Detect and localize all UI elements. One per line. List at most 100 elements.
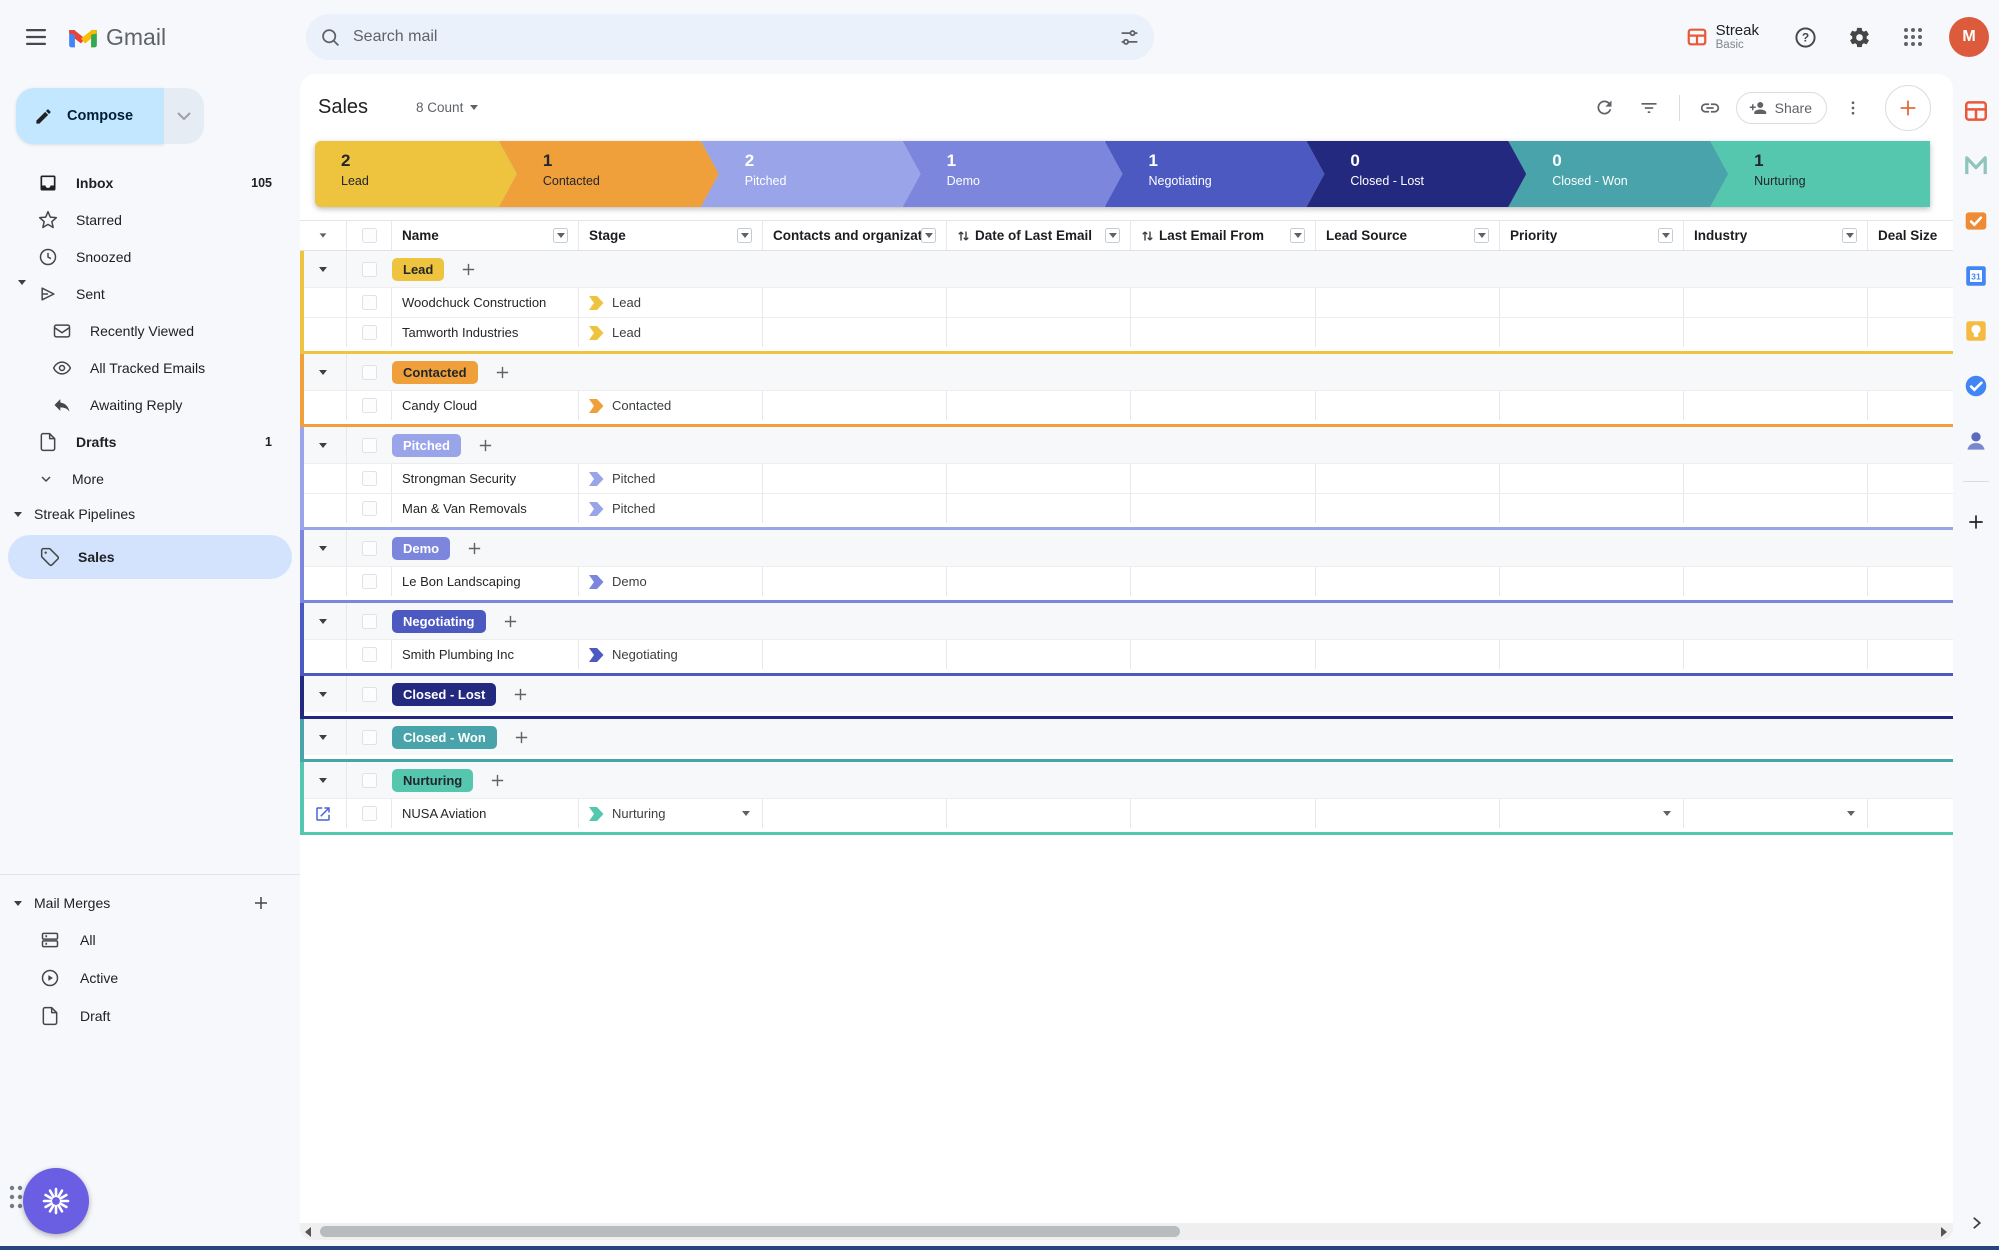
cell[interactable] (1316, 799, 1500, 828)
stage-group-header[interactable]: Nurturing (300, 762, 1953, 798)
expander-triangle-icon[interactable] (18, 285, 26, 303)
sidebar-item-starred[interactable]: Starred (0, 201, 300, 238)
pipeline-row[interactable]: Le Bon LandscapingDemo (300, 566, 1953, 596)
cell[interactable] (1868, 567, 1953, 596)
cell[interactable] (1131, 391, 1316, 420)
cell[interactable] (1684, 318, 1868, 347)
stage-group-header[interactable]: Closed - Won (300, 719, 1953, 755)
cell[interactable] (1131, 640, 1316, 669)
add-row-button[interactable] (477, 437, 494, 454)
search-bar[interactable] (306, 14, 1154, 60)
cell[interactable] (1316, 640, 1500, 669)
account-avatar[interactable]: M (1949, 17, 1989, 57)
get-addons-plus-icon[interactable] (1961, 507, 1991, 537)
row-checkbox[interactable] (362, 295, 377, 310)
cell[interactable] (1500, 464, 1684, 493)
collapse-group-button[interactable] (300, 719, 347, 755)
google-apps-icon[interactable] (1891, 15, 1935, 59)
pipeline-stage-nurturing[interactable]: 1Nurturing (1710, 141, 1930, 207)
cell[interactable] (1684, 288, 1868, 317)
cell[interactable] (1684, 464, 1868, 493)
more-options-kebab-icon[interactable] (1831, 86, 1875, 130)
cell[interactable] (1684, 567, 1868, 596)
add-box-button[interactable] (1885, 85, 1931, 131)
cell[interactable] (763, 640, 947, 669)
chevron-down-icon[interactable] (1663, 811, 1671, 816)
cell[interactable] (1868, 391, 1953, 420)
select-all-checkbox[interactable] (362, 228, 377, 243)
cell[interactable] (347, 494, 392, 523)
name-cell[interactable]: NUSA Aviation (392, 799, 579, 828)
pipeline-stage-lead[interactable]: 2Lead (315, 141, 517, 207)
column-header-priority[interactable]: Priority (1500, 221, 1684, 250)
add-row-button[interactable] (512, 686, 529, 703)
stage-badge[interactable]: Lead (392, 258, 444, 281)
pipeline-stage-contacted[interactable]: 1Contacted (499, 141, 719, 207)
cell[interactable] (1131, 494, 1316, 523)
cell[interactable] (1684, 799, 1868, 828)
cell[interactable] (947, 799, 1131, 828)
collapse-group-button[interactable] (300, 530, 347, 566)
sidebar-item-more[interactable]: More (0, 460, 300, 497)
row-checkbox[interactable] (362, 471, 377, 486)
pipeline-stage-closed-lost[interactable]: 0Closed - Lost (1306, 141, 1526, 207)
column-header-stage[interactable]: Stage (579, 221, 763, 250)
add-row-button[interactable] (460, 261, 477, 278)
name-cell[interactable]: Strongman Security (392, 464, 579, 493)
expander-triangle-icon[interactable] (14, 901, 22, 906)
collapse-group-button[interactable] (300, 676, 347, 712)
stage-group-header[interactable]: Lead (300, 251, 1953, 287)
refresh-icon[interactable] (1583, 86, 1627, 130)
cell[interactable] (347, 799, 392, 828)
link-icon[interactable] (1688, 86, 1732, 130)
name-cell[interactable]: Man & Van Removals (392, 494, 579, 523)
pipeline-row[interactable]: Man & Van RemovalsPitched (300, 493, 1953, 523)
open-in-new-icon[interactable] (314, 805, 332, 823)
column-header-last-email-from[interactable]: Last Email From (1131, 221, 1316, 250)
stage-cell[interactable]: Pitched (579, 494, 763, 523)
collapse-all-header-cell[interactable] (300, 221, 347, 250)
cell[interactable] (300, 494, 347, 523)
column-menu-button[interactable] (1474, 228, 1489, 243)
cell[interactable] (1500, 799, 1684, 828)
rail-m-addon-icon[interactable] (1961, 151, 1991, 181)
sidebar-item-drafts[interactable]: Drafts1 (0, 423, 300, 460)
mail-merge-item-all[interactable]: All (0, 921, 300, 959)
streak-pipelines-section[interactable]: Streak Pipelines (0, 497, 300, 531)
sidebar-item-snoozed[interactable]: Snoozed (0, 238, 300, 275)
hamburger-menu-icon[interactable] (12, 13, 60, 61)
cell[interactable] (1500, 288, 1684, 317)
collapse-group-button[interactable] (300, 251, 347, 287)
cell[interactable] (1131, 318, 1316, 347)
cell[interactable] (1316, 567, 1500, 596)
add-row-button[interactable] (466, 540, 483, 557)
cell[interactable] (947, 318, 1131, 347)
cell[interactable] (947, 494, 1131, 523)
stage-badge[interactable]: Pitched (392, 434, 461, 457)
help-icon[interactable]: ? (1783, 15, 1827, 59)
gmail-logo[interactable]: Gmail (68, 24, 218, 51)
column-menu-button[interactable] (1290, 228, 1305, 243)
cell[interactable] (300, 288, 347, 317)
cell[interactable] (347, 391, 392, 420)
cell[interactable] (1316, 391, 1500, 420)
add-row-button[interactable] (513, 729, 530, 746)
group-checkbox[interactable] (362, 614, 377, 629)
rail-keep-icon[interactable] (1961, 316, 1991, 346)
stage-cell[interactable]: Pitched (579, 464, 763, 493)
cell[interactable] (947, 288, 1131, 317)
cell[interactable] (1684, 640, 1868, 669)
name-cell[interactable]: Tamworth Industries (392, 318, 579, 347)
name-cell[interactable]: Smith Plumbing Inc (392, 640, 579, 669)
stage-badge[interactable]: Closed - Lost (392, 683, 496, 706)
stage-badge[interactable]: Nurturing (392, 769, 473, 792)
rail-contacts-icon[interactable] (1961, 426, 1991, 456)
cell[interactable] (763, 391, 947, 420)
pipeline-stage-demo[interactable]: 1Demo (903, 141, 1123, 207)
cell[interactable] (300, 799, 347, 828)
mail-merges-header[interactable]: Mail Merges (0, 885, 300, 921)
cell[interactable] (1131, 464, 1316, 493)
cell[interactable] (1500, 494, 1684, 523)
pipeline-stage-pitched[interactable]: 2Pitched (701, 141, 921, 207)
group-checkbox[interactable] (362, 438, 377, 453)
